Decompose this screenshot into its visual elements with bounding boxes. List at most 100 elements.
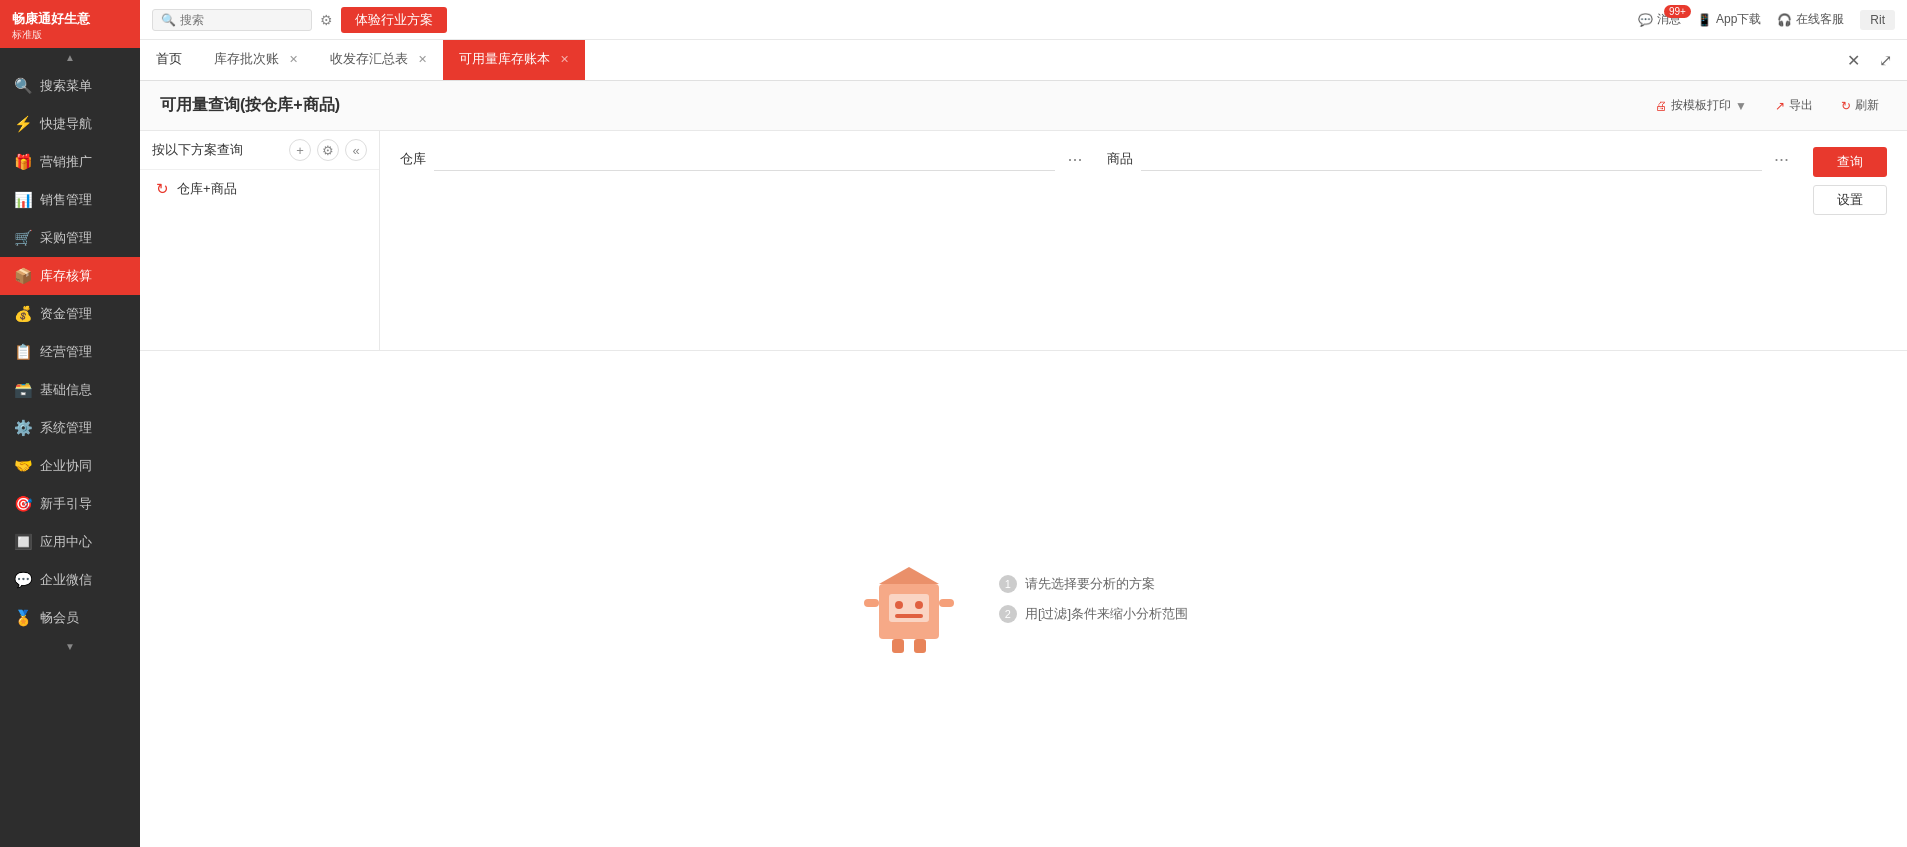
refresh-button[interactable]: ↻ 刷新 [1833, 93, 1887, 118]
system-icon: ⚙️ [14, 419, 32, 437]
filter-action-buttons: 查询 设置 [1813, 131, 1907, 350]
close-tab-recv-summary[interactable]: ✕ [418, 53, 427, 66]
product-more-btn[interactable]: ··· [1770, 149, 1793, 170]
print-icon: 🖨 [1655, 99, 1667, 113]
sidebar-item-label: 基础信息 [40, 381, 92, 399]
quick-nav-icon: ⚡ [14, 115, 32, 133]
refresh-label: 刷新 [1855, 97, 1879, 114]
sidebar-item-system[interactable]: ⚙️ 系统管理 [0, 409, 140, 447]
main-area: 🔍 ⚙ 体验行业方案 💬 消息 99+ 📱 App下载 🎧 在线客服 Rit [140, 0, 1907, 847]
basic-icon: 🗃️ [14, 381, 32, 399]
sidebar-item-basic[interactable]: 🗃️ 基础信息 [0, 371, 140, 409]
sidebar-item-member[interactable]: 🏅 畅会员 [0, 599, 140, 637]
topbar: 🔍 ⚙ 体验行业方案 💬 消息 99+ 📱 App下载 🎧 在线客服 Rit [140, 0, 1907, 40]
filter-area: 仓库 ··· 商品 ··· 查询 设置 [380, 131, 1907, 350]
product-input[interactable] [1141, 147, 1762, 171]
warehouse-more-btn[interactable]: ··· [1063, 149, 1086, 170]
online-service-button[interactable]: 🎧 在线客服 [1777, 11, 1844, 28]
sidebar-item-search[interactable]: 🔍 搜索菜单 [0, 67, 140, 105]
tabbar-right-icons: ✕ ⤢ [1839, 46, 1907, 74]
sidebar-item-label: 应用中心 [40, 533, 92, 551]
sidebar-item-purchase[interactable]: 🛒 采购管理 [0, 219, 140, 257]
settings-button[interactable]: 设置 [1813, 185, 1887, 215]
chevron-down-icon: ▼ [1735, 99, 1747, 113]
sidebar-item-sales[interactable]: 📊 销售管理 [0, 181, 140, 219]
sidebar-item-label: 畅会员 [40, 609, 79, 627]
sidebar-item-newbie[interactable]: 🎯 新手引导 [0, 485, 140, 523]
phone-icon: 📱 [1697, 13, 1712, 27]
scheme-header: 按以下方案查询 + ⚙ « [140, 131, 379, 170]
scheme-settings-button[interactable]: ⚙ [317, 139, 339, 161]
settings-gear-icon[interactable]: ⚙ [320, 12, 333, 28]
message-icon: 💬 [1638, 13, 1653, 27]
app-label: App下载 [1716, 11, 1761, 28]
scheme-panel: 按以下方案查询 + ⚙ « ↻ 仓库+商品 [140, 131, 380, 350]
sidebar-item-wechat[interactable]: 💬 企业微信 [0, 561, 140, 599]
sidebar-item-operation[interactable]: 📋 经营管理 [0, 333, 140, 371]
user-area[interactable]: Rit [1860, 10, 1895, 30]
sidebar-logo: 畅康通好生意 标准版 [0, 0, 140, 48]
product-label: 商品 [1107, 150, 1133, 168]
sidebar-item-label: 快捷导航 [40, 115, 92, 133]
tab-home[interactable]: 首页 [140, 40, 198, 80]
empty-illustration [859, 549, 959, 649]
sidebar-item-label: 营销推广 [40, 153, 92, 171]
empty-state: 1 请先选择要分析的方案 2 用[过滤]条件来缩小分析范围 [140, 351, 1907, 847]
scheme-item-warehouse-product[interactable]: ↻ 仓库+商品 [140, 170, 379, 208]
tab-batch-ledger[interactable]: 库存批次账 ✕ [198, 40, 314, 80]
scheme-item-label: 仓库+商品 [177, 180, 237, 198]
sidebar-item-quick-nav[interactable]: ⚡ 快捷导航 [0, 105, 140, 143]
expand-icon[interactable]: ⤢ [1871, 46, 1899, 74]
close-tab-icon[interactable]: ✕ [1839, 46, 1867, 74]
print-label: 按模板打印 [1671, 97, 1731, 114]
topbar-search-box[interactable]: 🔍 [152, 9, 312, 31]
sidebar-item-label: 采购管理 [40, 229, 92, 247]
filter-panel: 仓库 ··· 商品 ··· [380, 131, 1813, 350]
sidebar-item-finance[interactable]: 💰 资金管理 [0, 295, 140, 333]
sidebar-item-enterprise[interactable]: 🤝 企业协同 [0, 447, 140, 485]
scheme-add-button[interactable]: + [289, 139, 311, 161]
svg-point-4 [915, 601, 923, 609]
tab-label: 收发存汇总表 [330, 50, 408, 68]
message-button[interactable]: 💬 消息 99+ [1638, 11, 1681, 28]
sidebar-scroll-down[interactable]: ▼ [0, 637, 140, 656]
warehouse-input[interactable] [434, 147, 1055, 171]
tab-available-ledger[interactable]: 可用量库存账本 ✕ [443, 40, 585, 80]
sidebar-item-marketing[interactable]: 🎁 营销推广 [0, 143, 140, 181]
user-name: Rit [1870, 13, 1885, 27]
search-icon: 🔍 [161, 13, 176, 27]
tip-num-2: 2 [999, 605, 1017, 623]
sidebar-item-label: 经营管理 [40, 343, 92, 361]
scheme-collapse-button[interactable]: « [345, 139, 367, 161]
app-download-button[interactable]: 📱 App下载 [1697, 11, 1761, 28]
export-icon: ↗ [1775, 99, 1785, 113]
sidebar-scroll-up[interactable]: ▲ [0, 48, 140, 67]
close-tab-available-ledger[interactable]: ✕ [560, 53, 569, 66]
svg-rect-9 [939, 599, 954, 607]
query-button[interactable]: 查询 [1813, 147, 1887, 177]
empty-tip-1: 1 请先选择要分析的方案 [999, 575, 1188, 593]
page-content: 可用量查询(按仓库+商品) 🖨 按模板打印 ▼ ↗ 导出 ↻ 刷新 [140, 81, 1907, 847]
sidebar-item-label: 企业协同 [40, 457, 92, 475]
trial-industry-button[interactable]: 体验行业方案 [341, 7, 447, 33]
tab-label: 库存批次账 [214, 50, 279, 68]
tab-label: 可用量库存账本 [459, 50, 550, 68]
print-button[interactable]: 🖨 按模板打印 ▼ [1647, 93, 1755, 118]
tab-recv-summary[interactable]: 收发存汇总表 ✕ [314, 40, 443, 80]
empty-tip-2: 2 用[过滤]条件来缩小分析范围 [999, 605, 1188, 623]
svg-point-3 [895, 601, 903, 609]
member-icon: 🏅 [14, 609, 32, 627]
search-input[interactable] [180, 13, 290, 27]
sidebar-item-label: 系统管理 [40, 419, 92, 437]
close-tab-batch-ledger[interactable]: ✕ [289, 53, 298, 66]
empty-tips: 1 请先选择要分析的方案 2 用[过滤]条件来缩小分析范围 [999, 575, 1188, 623]
tip-text-2: 用[过滤]条件来缩小分析范围 [1025, 605, 1188, 623]
sidebar-item-label: 销售管理 [40, 191, 92, 209]
sidebar: 畅康通好生意 标准版 ▲ 🔍 搜索菜单 ⚡ 快捷导航 🎁 营销推广 📊 销售管理… [0, 0, 140, 847]
page-header-actions: 🖨 按模板打印 ▼ ↗ 导出 ↻ 刷新 [1647, 93, 1887, 118]
tab-label: 首页 [156, 50, 182, 68]
svg-rect-8 [864, 599, 879, 607]
sidebar-item-app-center[interactable]: 🔲 应用中心 [0, 523, 140, 561]
sidebar-item-inventory[interactable]: 📦 库存核算 [0, 257, 140, 295]
export-button[interactable]: ↗ 导出 [1767, 93, 1821, 118]
